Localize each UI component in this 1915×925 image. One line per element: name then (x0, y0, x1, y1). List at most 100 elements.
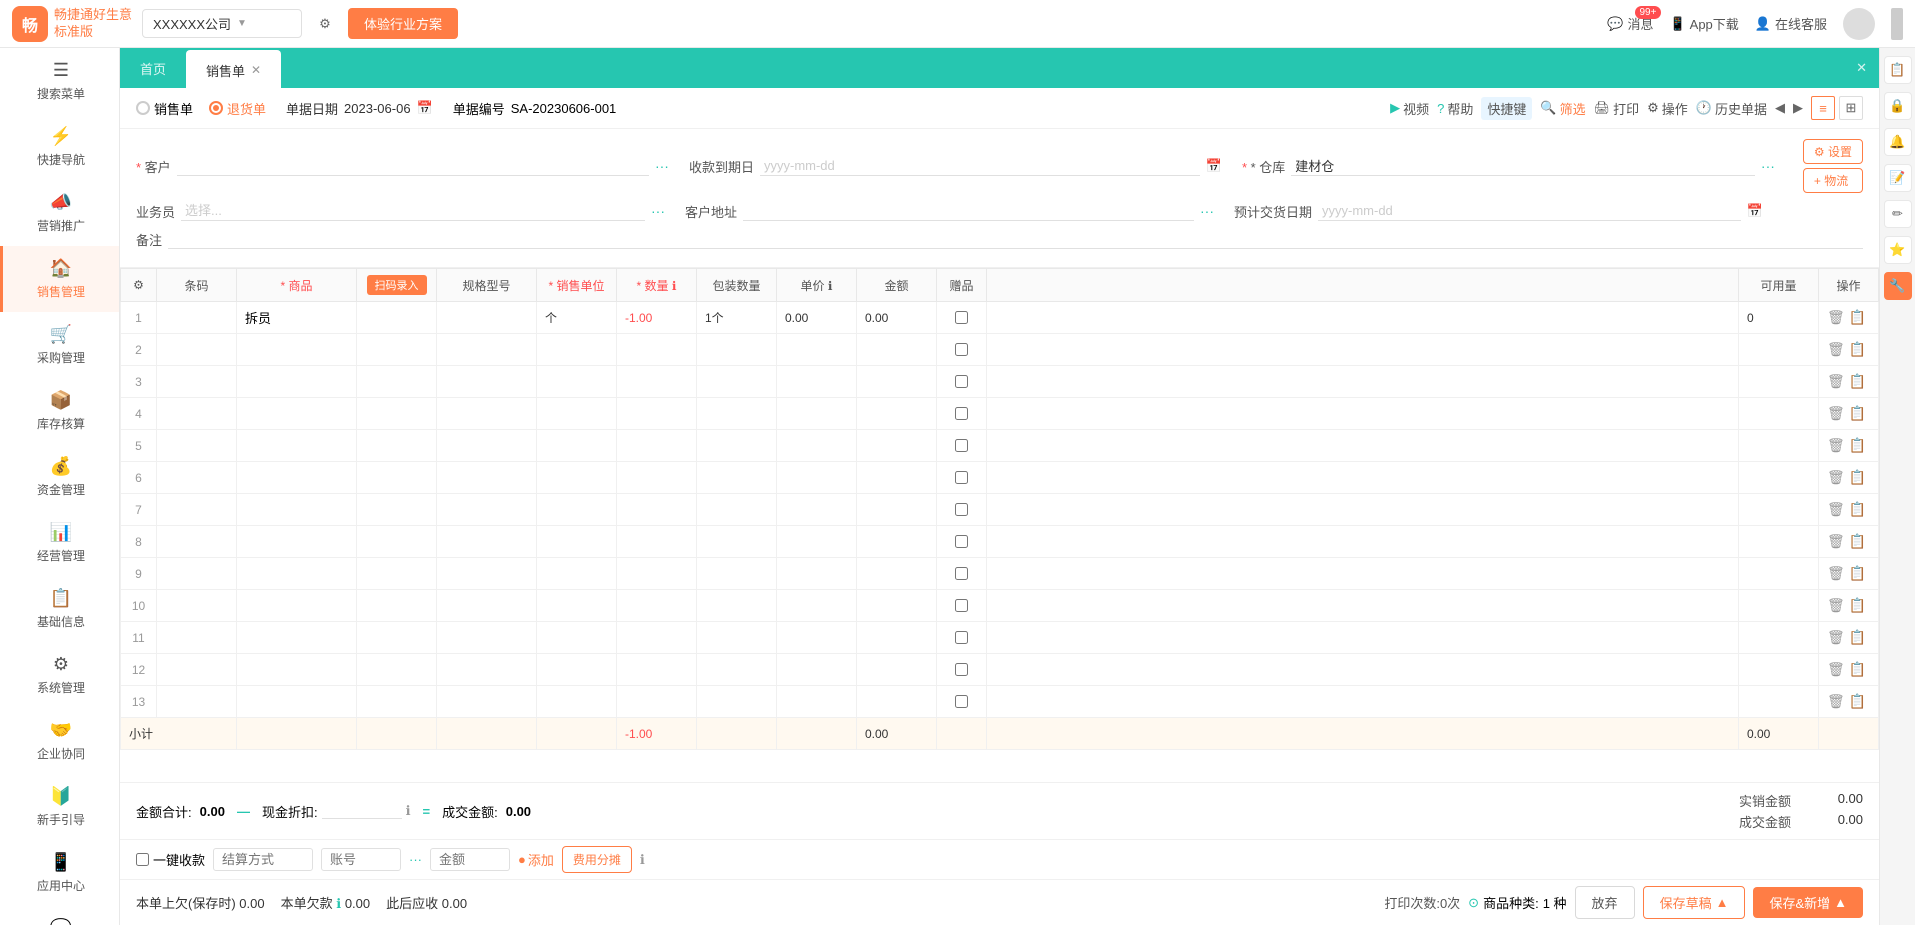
row-qty-9[interactable] (617, 590, 697, 622)
row-gift-8[interactable] (937, 558, 987, 590)
row-unit-price-3[interactable] (777, 398, 857, 430)
delivery-calendar-icon[interactable]: 📅 (1747, 203, 1763, 219)
row-unit-price-5[interactable] (777, 462, 857, 494)
salesman-dots[interactable]: ··· (651, 203, 665, 219)
row-qty-4[interactable] (617, 430, 697, 462)
sidebar-item-search[interactable]: ☰ 搜索菜单 (0, 48, 119, 114)
barcode-input-0[interactable] (165, 310, 228, 325)
sidebar-item-sales[interactable]: 🏠 销售管理 (0, 246, 119, 312)
payment-method-input[interactable] (213, 848, 313, 871)
operations-btn[interactable]: ⚙操作 (1647, 99, 1688, 118)
row-note-3[interactable] (987, 398, 1739, 430)
row-product-6[interactable] (237, 494, 357, 526)
row-product-5[interactable] (237, 462, 357, 494)
right-panel-btn-3[interactable]: 🔔 (1884, 128, 1912, 156)
radio-sales[interactable]: 销售单 (136, 99, 193, 118)
delivery-date-input[interactable] (1318, 201, 1741, 221)
row-qty-10[interactable] (617, 622, 697, 654)
settings-icon[interactable]: ⚙ (310, 9, 340, 39)
row-note-5[interactable] (987, 462, 1739, 494)
row-spec-10[interactable] (437, 622, 537, 654)
online-service-button[interactable]: 👤 在线客服 (1755, 14, 1827, 33)
row-gift-11[interactable] (937, 654, 987, 686)
row-gift-4[interactable] (937, 430, 987, 462)
product-input-6[interactable] (245, 502, 348, 517)
spec-input-3[interactable] (445, 406, 528, 421)
one-click-payment-checkbox[interactable]: 一键收款 (136, 850, 205, 869)
row-gift-0[interactable] (937, 302, 987, 334)
row-qty-6[interactable] (617, 494, 697, 526)
trial-button[interactable]: 体验行业方案 (348, 8, 458, 39)
copy-icon-12[interactable]: 📋 (1849, 693, 1866, 710)
sidebar-item-finance[interactable]: 💰 资金管理 (0, 444, 119, 510)
row-barcode-7[interactable] (157, 526, 237, 558)
row-unit-price-9[interactable] (777, 590, 857, 622)
payment-calendar-icon[interactable]: 📅 (1206, 158, 1222, 174)
delete-icon-6[interactable]: 🗑 (1827, 501, 1845, 518)
list-layout-icon[interactable]: ≡ (1811, 96, 1835, 120)
spec-input-7[interactable] (445, 534, 528, 549)
delete-icon-8[interactable]: 🗑 (1827, 565, 1845, 582)
history-btn[interactable]: 🕐历史单据 (1696, 99, 1767, 118)
barcode-input-11[interactable] (165, 662, 228, 677)
copy-icon-11[interactable]: 📋 (1849, 661, 1866, 678)
right-panel-btn-6[interactable]: ⭐ (1884, 236, 1912, 264)
copy-icon-6[interactable]: 📋 (1849, 501, 1866, 518)
product-input-5[interactable] (245, 470, 348, 485)
expand-icon[interactable] (1891, 8, 1903, 40)
row-spec-1[interactable] (437, 334, 537, 366)
gift-check-1[interactable] (955, 343, 968, 356)
right-panel-btn-5[interactable]: ✏ (1884, 200, 1912, 228)
row-barcode-1[interactable] (157, 334, 237, 366)
row-note-2[interactable] (987, 366, 1739, 398)
copy-icon-10[interactable]: 📋 (1849, 629, 1866, 646)
delete-icon-10[interactable]: 🗑 (1827, 629, 1845, 646)
sidebar-item-enterprise[interactable]: 🤝 企业协同 (0, 708, 119, 774)
spec-input-0[interactable] (445, 310, 528, 325)
payable-info[interactable]: ℹ (336, 896, 341, 911)
row-barcode-5[interactable] (157, 462, 237, 494)
company-selector[interactable]: XXXXXX公司 ▼ (142, 9, 302, 38)
sidebar-item-apps[interactable]: 📱 应用中心 (0, 840, 119, 906)
spec-input-6[interactable] (445, 502, 528, 517)
tab-close-all-icon[interactable]: ✕ (1856, 60, 1867, 76)
row-gift-2[interactable] (937, 366, 987, 398)
tab-home[interactable]: 首页 (120, 48, 186, 88)
row-note-9[interactable] (987, 590, 1739, 622)
row-barcode-2[interactable] (157, 366, 237, 398)
right-panel-btn-4[interactable]: 📝 (1884, 164, 1912, 192)
gift-check-7[interactable] (955, 535, 968, 548)
gift-check-5[interactable] (955, 471, 968, 484)
tab-sales-order[interactable]: 销售单 ✕ (186, 50, 281, 90)
row-unit-price-1[interactable] (777, 334, 857, 366)
account-input[interactable] (321, 848, 401, 871)
gift-check-0[interactable] (955, 311, 968, 324)
row-gift-1[interactable] (937, 334, 987, 366)
prev-icon[interactable]: ◀ (1775, 100, 1785, 116)
copy-icon-3[interactable]: 📋 (1849, 405, 1866, 422)
row-gift-12[interactable] (937, 686, 987, 718)
customer-address-input[interactable] (743, 201, 1194, 221)
row-product-8[interactable] (237, 558, 357, 590)
row-gift-7[interactable] (937, 526, 987, 558)
info-icon[interactable]: ℹ (406, 803, 411, 819)
row-unit-price-11[interactable] (777, 654, 857, 686)
delete-icon-1[interactable]: 🗑 (1827, 341, 1845, 358)
row-qty-8[interactable] (617, 558, 697, 590)
gift-check-8[interactable] (955, 567, 968, 580)
sidebar-item-quick[interactable]: ⚡ 快捷导航 (0, 114, 119, 180)
product-input-9[interactable] (245, 598, 348, 613)
row-note-8[interactable] (987, 558, 1739, 590)
product-input-8[interactable] (245, 566, 348, 581)
print-btn[interactable]: 🖨打印 (1594, 99, 1640, 118)
spec-input-10[interactable] (445, 630, 528, 645)
row-unit-price-7[interactable] (777, 526, 857, 558)
dots-payment[interactable]: ··· (409, 852, 422, 867)
row-product-12[interactable] (237, 686, 357, 718)
row-product-7[interactable] (237, 526, 357, 558)
row-product-2[interactable] (237, 366, 357, 398)
save-draft-button[interactable]: 保存草稿 ▲ (1643, 886, 1746, 919)
address-dots[interactable]: ··· (1200, 203, 1214, 219)
copy-icon-9[interactable]: 📋 (1849, 597, 1866, 614)
row-barcode-11[interactable] (157, 654, 237, 686)
